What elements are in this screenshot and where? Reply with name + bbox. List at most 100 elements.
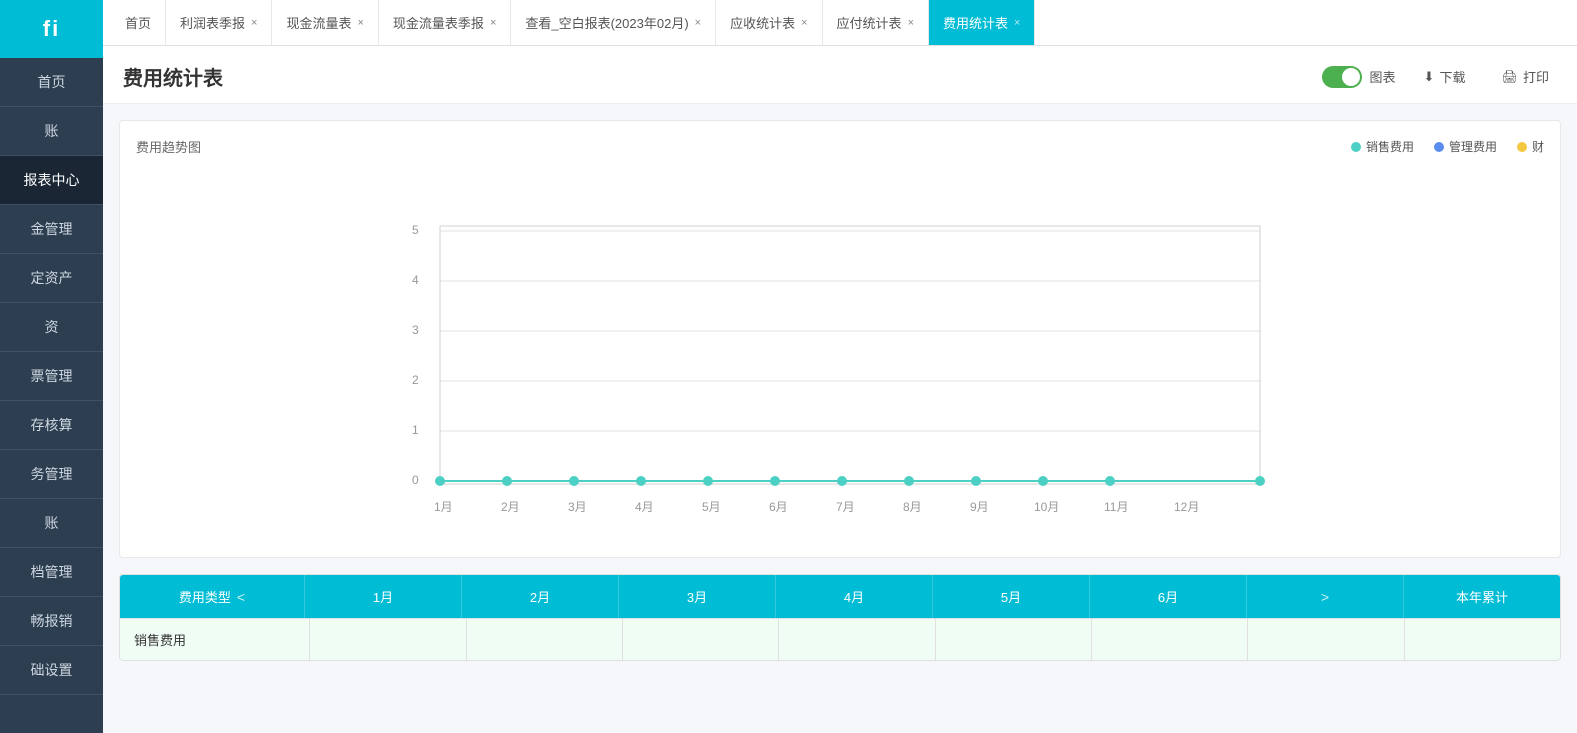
table-header-row: 费用类型 < 1月 2月 3月 4月 5月 6月 > 本年累计: [120, 575, 1560, 618]
chart-toggle[interactable]: [1322, 66, 1362, 88]
tab-blank-report[interactable]: 查看_空白报表(2023年02月) ×: [511, 0, 716, 46]
download-icon: ⬇: [1424, 69, 1435, 85]
svg-text:4月: 4月: [635, 500, 654, 514]
logo: fi: [0, 0, 103, 58]
sidebar-item-archive-mgmt[interactable]: 档管理: [0, 548, 103, 597]
svg-text:2月: 2月: [501, 500, 520, 514]
download-label: 下载: [1439, 67, 1465, 86]
svg-text:0: 0: [412, 473, 419, 487]
legend-label-sales: 销售费用: [1366, 138, 1414, 155]
th-month5: 5月: [933, 575, 1090, 618]
td-m4: [779, 619, 935, 660]
td-m1: [310, 619, 466, 660]
tab-home[interactable]: 首页: [111, 0, 166, 46]
sidebar-item-basic-settings[interactable]: 础设置: [0, 646, 103, 695]
sidebar-item-payroll[interactable]: 账: [0, 499, 103, 548]
svg-text:3月: 3月: [568, 500, 587, 514]
cost-type-label: 费用类型: [179, 587, 231, 606]
svg-text:11月: 11月: [1104, 500, 1128, 514]
expense-table: 费用类型 < 1月 2月 3月 4月 5月 6月 > 本年累计 销售费用: [119, 574, 1561, 661]
legend-dot-finance: [1517, 142, 1527, 152]
tab-receivable[interactable]: 应收统计表 ×: [716, 0, 822, 46]
tab-cashflow[interactable]: 现金流量表 ×: [272, 0, 378, 46]
svg-text:6月: 6月: [769, 500, 788, 514]
sidebar-item-investment[interactable]: 资: [0, 303, 103, 352]
th-month3: 3月: [619, 575, 776, 618]
svg-text:3: 3: [412, 323, 419, 337]
sidebar-item-home[interactable]: 首页: [0, 58, 103, 107]
sidebar-item-invoice-mgmt[interactable]: 票管理: [0, 352, 103, 401]
sidebar-item-service-mgmt[interactable]: 务管理: [0, 450, 103, 499]
close-expense-tab[interactable]: ×: [1014, 17, 1020, 29]
svg-text:2: 2: [412, 373, 419, 387]
line-chart: 0 1 2 3 4 5: [136, 166, 1544, 536]
close-cashflow-tab[interactable]: ×: [357, 17, 363, 29]
svg-text:12月: 12月: [1174, 500, 1199, 514]
tab-bar: 首页 利润表季报 × 现金流量表 × 现金流量表季报 × 查看_空白报表(202…: [103, 0, 1577, 46]
tab-payable[interactable]: 应付统计表 ×: [823, 0, 929, 46]
legend-dot-sales: [1351, 142, 1361, 152]
next-arrow[interactable]: >: [1321, 589, 1329, 605]
page-content: 费用统计表 图表 ⬇ 下载 🖨 打印 费用趋势图: [103, 46, 1577, 733]
tab-profit[interactable]: 利润表季报 ×: [166, 0, 272, 46]
main-area: 首页 利润表季报 × 现金流量表 × 现金流量表季报 × 查看_空白报表(202…: [103, 0, 1577, 733]
th-ytd: 本年累计: [1404, 575, 1560, 618]
chart-toggle-wrap: 图表: [1322, 66, 1396, 88]
sidebar-item-fixed-assets[interactable]: 定资产: [0, 254, 103, 303]
tab-expense[interactable]: 费用统计表 ×: [929, 0, 1035, 46]
svg-text:5月: 5月: [702, 500, 721, 514]
th-month2: 2月: [462, 575, 619, 618]
sidebar: fi 首页 账 报表中心 金管理 定资产 资 票管理 存核算 务管理 账 档管理…: [0, 0, 103, 733]
td-m5: [936, 619, 1092, 660]
td-ytd: [1405, 619, 1560, 660]
page-title: 费用统计表: [123, 62, 223, 91]
toggle-label: 图表: [1370, 67, 1396, 86]
sidebar-item-fund-mgmt[interactable]: 金管理: [0, 205, 103, 254]
td-m2: [467, 619, 623, 660]
close-profit-tab[interactable]: ×: [251, 17, 257, 29]
close-receivable-tab[interactable]: ×: [801, 17, 807, 29]
legend-finance-expense: 财: [1517, 138, 1544, 155]
svg-text:1月: 1月: [434, 500, 453, 514]
svg-text:5: 5: [412, 223, 419, 237]
close-blank-report-tab[interactable]: ×: [695, 17, 701, 29]
chart-title: 费用趋势图: [136, 137, 201, 156]
sidebar-item-inventory[interactable]: 存核算: [0, 401, 103, 450]
th-next: >: [1247, 575, 1404, 618]
sidebar-item-account[interactable]: 账: [0, 107, 103, 156]
table-row-sales-expense: 销售费用: [120, 618, 1560, 660]
legend-dot-mgmt: [1434, 142, 1444, 152]
th-month6: 6月: [1090, 575, 1247, 618]
chart-legend: 销售费用 管理费用 财: [1351, 138, 1544, 155]
chart-section: 费用趋势图 销售费用 管理费用 财: [119, 120, 1561, 558]
prev-arrow[interactable]: <: [237, 589, 245, 605]
td-m6: [1092, 619, 1248, 660]
sidebar-item-smooth-cancel[interactable]: 畅报销: [0, 597, 103, 646]
download-button[interactable]: ⬇ 下载: [1416, 63, 1474, 90]
close-payable-tab[interactable]: ×: [908, 17, 914, 29]
svg-text:7月: 7月: [836, 500, 855, 514]
header-actions: 图表 ⬇ 下载 🖨 打印: [1322, 63, 1557, 90]
svg-text:10月: 10月: [1034, 500, 1059, 514]
page-header: 费用统计表 图表 ⬇ 下载 🖨 打印: [103, 46, 1577, 104]
sidebar-item-report-center[interactable]: 报表中心: [0, 156, 103, 205]
legend-mgmt-expense: 管理费用: [1434, 138, 1497, 155]
print-label: 打印: [1523, 67, 1549, 86]
close-cashflow-quarter-tab[interactable]: ×: [490, 17, 496, 29]
td-next-placeholder: [1248, 619, 1404, 660]
print-button[interactable]: 🖨 打印: [1493, 63, 1557, 90]
svg-text:8月: 8月: [903, 500, 922, 514]
th-month4: 4月: [776, 575, 933, 618]
td-m3: [623, 619, 779, 660]
td-cost-type: 销售费用: [120, 619, 310, 660]
svg-text:9月: 9月: [970, 500, 989, 514]
svg-text:1: 1: [412, 423, 419, 437]
chart-svg-wrapper: 0 1 2 3 4 5: [136, 166, 1544, 541]
print-icon: 🖨: [1501, 69, 1518, 85]
legend-label-mgmt: 管理费用: [1449, 138, 1497, 155]
th-month1: 1月: [305, 575, 462, 618]
legend-sales-expense: 销售费用: [1351, 138, 1414, 155]
svg-text:4: 4: [412, 273, 419, 287]
legend-label-finance: 财: [1532, 138, 1544, 155]
tab-cashflow-quarter[interactable]: 现金流量表季报 ×: [379, 0, 511, 46]
